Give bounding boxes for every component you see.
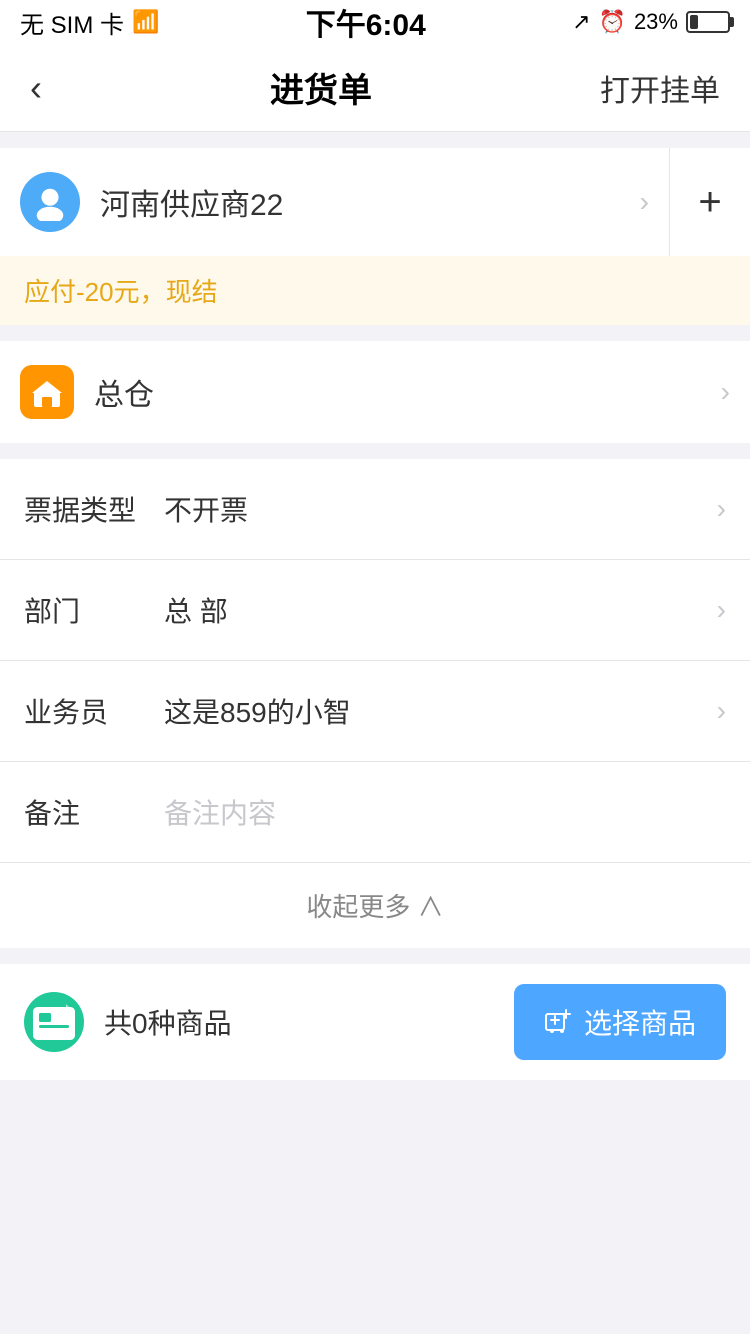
- salesman-row[interactable]: 业务员 这是859的小智 ›: [0, 661, 750, 761]
- content: 河南供应商22 › + 应付-20元，现结 总仓 › 票据类型 不开票 ›: [0, 132, 750, 1080]
- status-bar: 无 SIM 卡 📶 下午6:04 ↗ ⏰ 23%: [0, 0, 750, 44]
- salesman-chevron-icon: ›: [717, 695, 726, 727]
- section-divider-2: [0, 325, 750, 341]
- location-icon: ↗: [572, 9, 590, 35]
- back-button[interactable]: ‹: [30, 67, 42, 109]
- invoice-type-value: 不开票: [164, 489, 707, 529]
- cart-plus-icon: [544, 1008, 572, 1036]
- department-label: 部门: [24, 590, 164, 630]
- collapse-section[interactable]: 收起更多 ∧: [0, 862, 750, 948]
- add-supplier-button[interactable]: +: [670, 180, 750, 225]
- remark-label: 备注: [24, 792, 164, 832]
- wifi-icon: 📶: [132, 9, 159, 35]
- status-right: ↗ ⏰ 23%: [572, 9, 730, 35]
- section-divider-3: [0, 443, 750, 459]
- form-section: 票据类型 不开票 › 部门 总 部 › 业务员 这是859的小智 › 备注 备注…: [0, 459, 750, 948]
- invoice-type-row[interactable]: 票据类型 不开票 ›: [0, 459, 750, 559]
- nav-bar: ‹ 进货单 打开挂单: [0, 44, 750, 132]
- battery-percent: 23%: [634, 9, 678, 35]
- department-value: 总 部: [164, 590, 707, 630]
- supplier-avatar: [20, 172, 80, 232]
- status-left: 无 SIM 卡 📶: [20, 5, 159, 40]
- remark-input[interactable]: 备注内容: [164, 792, 726, 832]
- product-svg-icon: [24, 992, 84, 1052]
- supplier-chevron-icon: ›: [640, 186, 649, 218]
- department-row[interactable]: 部门 总 部 ›: [0, 560, 750, 660]
- warning-banner: 应付-20元，现结: [0, 256, 750, 325]
- avatar-icon: [31, 183, 69, 221]
- section-divider-1: [0, 132, 750, 148]
- invoice-type-label: 票据类型: [24, 489, 164, 529]
- warehouse-chevron-icon: ›: [721, 376, 730, 408]
- warehouse-name: 总仓: [94, 370, 711, 414]
- status-time: 下午6:04: [306, 0, 426, 44]
- select-product-button[interactable]: 选择商品: [514, 984, 726, 1060]
- department-chevron-icon: ›: [717, 594, 726, 626]
- salesman-value: 这是859的小智: [164, 691, 707, 731]
- open-pending-button[interactable]: 打开挂单: [600, 66, 720, 110]
- remark-row[interactable]: 备注 备注内容: [0, 762, 750, 862]
- product-count: 共0种商品: [104, 1002, 514, 1042]
- supplier-main[interactable]: 河南供应商22 ›: [0, 148, 670, 256]
- salesman-label: 业务员: [24, 691, 164, 731]
- product-icon: [24, 992, 84, 1052]
- warehouse-section[interactable]: 总仓 ›: [0, 341, 750, 443]
- select-product-label: 选择商品: [584, 1002, 696, 1042]
- collapse-button[interactable]: 收起更多 ∧: [306, 887, 443, 924]
- alarm-icon: ⏰: [599, 9, 626, 35]
- warehouse-icon: [20, 365, 74, 419]
- battery-icon: [686, 11, 730, 33]
- invoice-chevron-icon: ›: [717, 493, 726, 525]
- sim-status: 无 SIM 卡: [20, 5, 124, 40]
- product-bar: 共0种商品 选择商品: [0, 964, 750, 1080]
- warehouse-svg-icon: [30, 375, 64, 409]
- supplier-section: 河南供应商22 › +: [0, 148, 750, 256]
- supplier-name: 河南供应商22: [100, 180, 630, 224]
- page-title: 进货单: [270, 63, 372, 112]
